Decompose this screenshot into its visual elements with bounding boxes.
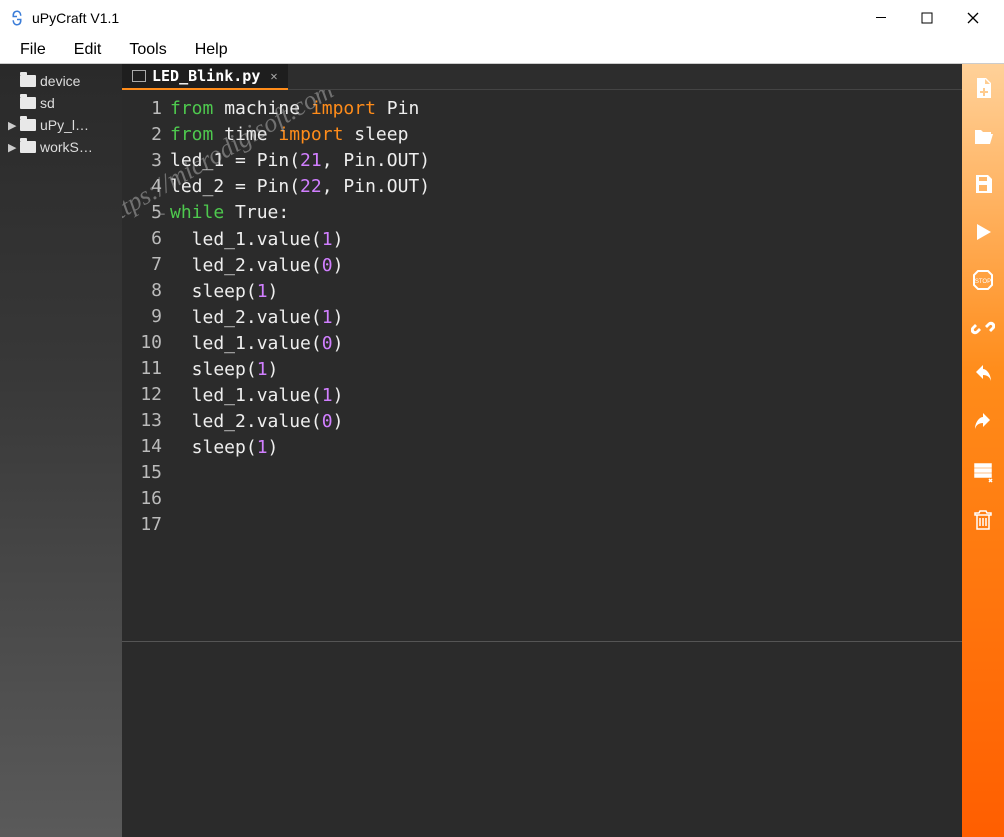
folder-icon: [20, 119, 36, 131]
code-editor[interactable]: https://microdigisoft.com - 10:17 123456…: [122, 90, 962, 641]
line-number: 17: [122, 512, 162, 538]
line-number: 11: [122, 356, 162, 382]
line-number: 13: [122, 408, 162, 434]
line-number-gutter: 1234567891011121314151617: [122, 90, 170, 641]
code-lines[interactable]: from machine import Pinfrom time import …: [170, 90, 962, 641]
folder-icon: [20, 97, 36, 109]
line-number: 12: [122, 382, 162, 408]
fold-icon[interactable]: −: [158, 201, 170, 227]
code-line[interactable]: led_1.value(0): [170, 331, 962, 357]
tree-label: sd: [40, 95, 55, 111]
line-number: 2: [122, 122, 162, 148]
maximize-button[interactable]: [904, 2, 950, 34]
tree-label: device: [40, 73, 80, 89]
line-number: 5: [122, 200, 162, 226]
code-line[interactable]: led_1.value(1): [170, 227, 962, 253]
menu-edit[interactable]: Edit: [62, 39, 114, 61]
code-line[interactable]: sleep(1): [170, 435, 962, 461]
syntax-check-button[interactable]: [969, 458, 997, 486]
tree-item-device[interactable]: device: [4, 70, 118, 92]
tab-bar: LED_Blink.py ✕: [122, 64, 962, 90]
line-number: 10: [122, 330, 162, 356]
code-line[interactable]: −while True:: [170, 200, 962, 227]
undo-button[interactable]: [969, 362, 997, 390]
code-line[interactable]: from machine import Pin: [170, 96, 962, 122]
line-number: 7: [122, 252, 162, 278]
save-button[interactable]: [969, 170, 997, 198]
tab-filename: LED_Blink.py: [152, 67, 260, 85]
stop-button[interactable]: STOP: [969, 266, 997, 294]
line-number: 8: [122, 278, 162, 304]
line-number: 14: [122, 434, 162, 460]
connect-button[interactable]: [969, 314, 997, 342]
close-button[interactable]: [950, 2, 996, 34]
line-number: 9: [122, 304, 162, 330]
app-icon: [8, 9, 26, 27]
tree-item-upy-lib[interactable]: ▶ uPy_l…: [4, 114, 118, 136]
line-number: 1: [122, 96, 162, 122]
code-line[interactable]: led_2.value(0): [170, 409, 962, 435]
close-tab-icon[interactable]: ✕: [270, 69, 277, 83]
code-line[interactable]: led_2 = Pin(22, Pin.OUT): [170, 174, 962, 200]
chevron-right-icon: ▶: [8, 119, 16, 132]
menu-help[interactable]: Help: [183, 39, 240, 61]
tree-label: workS…: [40, 139, 93, 155]
file-tree-sidebar: device sd ▶ uPy_l… ▶ workS…: [0, 64, 122, 837]
code-line[interactable]: from time import sleep: [170, 122, 962, 148]
folder-icon: [20, 141, 36, 153]
line-number: 4: [122, 174, 162, 200]
code-line[interactable]: sleep(1): [170, 357, 962, 383]
folder-icon: [20, 75, 36, 87]
console-panel[interactable]: [122, 641, 962, 837]
code-line[interactable]: sleep(1): [170, 279, 962, 305]
minimize-button[interactable]: [858, 2, 904, 34]
tab-led-blink[interactable]: LED_Blink.py ✕: [122, 64, 288, 90]
titlebar: uPyCraft V1.1: [0, 0, 1004, 36]
tree-item-workspace[interactable]: ▶ workS…: [4, 136, 118, 158]
run-button[interactable]: [969, 218, 997, 246]
open-button[interactable]: [969, 122, 997, 150]
editor-area: LED_Blink.py ✕ https://microdigisoft.com…: [122, 64, 962, 837]
tree-label: uPy_l…: [40, 117, 89, 133]
menubar: File Edit Tools Help: [0, 36, 1004, 64]
code-line[interactable]: led_2.value(1): [170, 305, 962, 331]
line-number: 3: [122, 148, 162, 174]
code-line[interactable]: led_1 = Pin(21, Pin.OUT): [170, 148, 962, 174]
line-number: 15: [122, 460, 162, 486]
right-toolbar: STOP: [962, 64, 1004, 837]
clear-button[interactable]: [969, 506, 997, 534]
menu-file[interactable]: File: [8, 39, 58, 61]
redo-button[interactable]: [969, 410, 997, 438]
titlebar-title: uPyCraft V1.1: [32, 10, 119, 26]
code-line[interactable]: led_1.value(1): [170, 383, 962, 409]
menu-tools[interactable]: Tools: [117, 39, 178, 61]
line-number: 6: [122, 226, 162, 252]
chevron-right-icon: ▶: [8, 141, 16, 154]
line-number: 16: [122, 486, 162, 512]
code-line[interactable]: led_2.value(0): [170, 253, 962, 279]
new-file-button[interactable]: [969, 74, 997, 102]
file-icon: [132, 70, 146, 82]
tree-item-sd[interactable]: sd: [4, 92, 118, 114]
svg-text:STOP: STOP: [975, 279, 991, 285]
